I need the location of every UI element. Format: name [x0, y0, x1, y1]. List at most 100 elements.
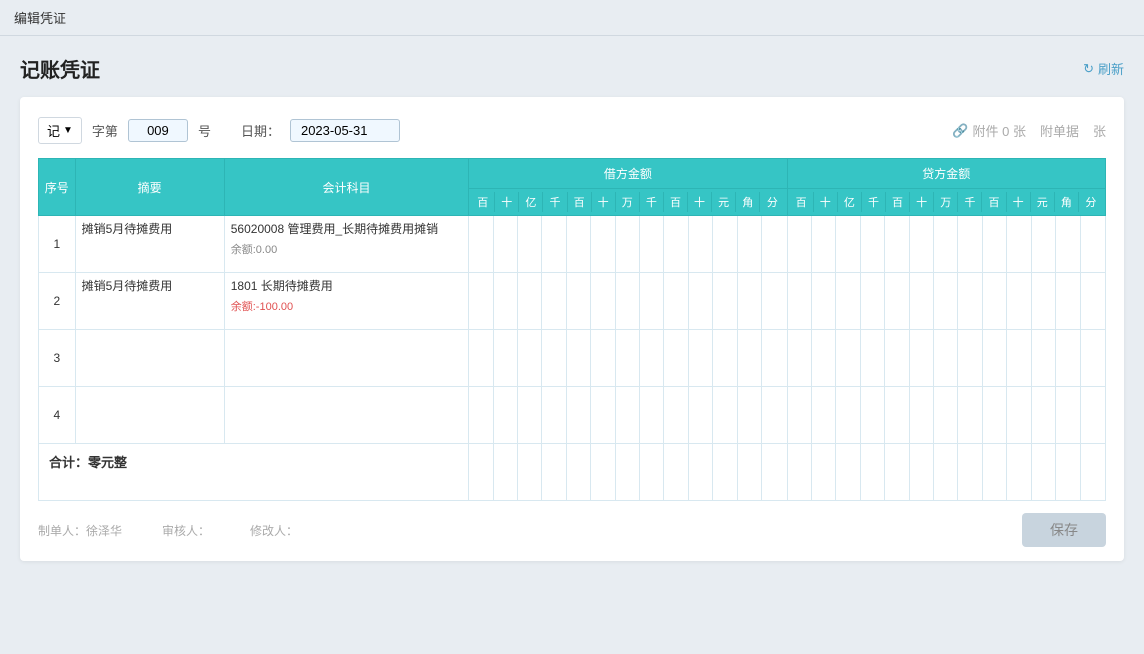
debit-digit-cell[interactable] [469, 387, 493, 443]
credit-digit-cell[interactable] [861, 330, 885, 386]
debit-digit-cell[interactable] [640, 330, 664, 386]
credit-digit-cell[interactable] [1081, 216, 1105, 272]
summary-cell[interactable] [75, 387, 224, 444]
credit-digit-cell[interactable] [1007, 273, 1031, 329]
debit-amount-cell[interactable] [469, 330, 787, 387]
account-cell[interactable]: 56020008 管理费用_长期待摊费用摊销余额:0.00 [224, 216, 468, 273]
debit-digit-cell[interactable] [518, 387, 542, 443]
credit-digit-cell[interactable] [1032, 273, 1056, 329]
debit-amount-cell[interactable] [469, 387, 787, 444]
debit-digit-cell[interactable] [542, 273, 566, 329]
credit-digit-cell[interactable] [788, 273, 812, 329]
debit-digit-cell[interactable] [518, 216, 542, 272]
credit-digit-cell[interactable] [958, 216, 982, 272]
credit-digit-cell[interactable] [1032, 216, 1056, 272]
debit-digit-cell[interactable] [689, 330, 713, 386]
attachment-link[interactable]: 🔗 附件 0 张 [952, 121, 1026, 140]
debit-digit-cell[interactable] [469, 216, 493, 272]
credit-digit-cell[interactable] [958, 330, 982, 386]
credit-digit-cell[interactable] [1032, 330, 1056, 386]
debit-digit-cell[interactable] [762, 216, 786, 272]
credit-digit-cell[interactable] [1056, 330, 1080, 386]
credit-digit-cell[interactable] [983, 330, 1007, 386]
credit-digit-cell[interactable] [983, 273, 1007, 329]
credit-digit-cell[interactable] [885, 216, 909, 272]
credit-digit-cell[interactable] [934, 216, 958, 272]
credit-digit-cell[interactable] [812, 387, 836, 443]
credit-digit-cell[interactable] [861, 216, 885, 272]
save-button[interactable]: 保存 [1022, 513, 1106, 547]
debit-digit-cell[interactable] [738, 330, 762, 386]
debit-digit-cell[interactable] [567, 387, 591, 443]
debit-amount-cell[interactable] [469, 273, 787, 330]
account-cell[interactable] [224, 387, 468, 444]
credit-digit-cell[interactable] [910, 387, 934, 443]
debit-digit-cell[interactable] [616, 273, 640, 329]
credit-digit-cell[interactable] [885, 273, 909, 329]
date-input[interactable] [290, 119, 400, 142]
debit-digit-cell[interactable] [469, 330, 493, 386]
debit-digit-cell[interactable] [591, 216, 615, 272]
debit-digit-cell[interactable] [689, 387, 713, 443]
credit-digit-cell[interactable] [788, 216, 812, 272]
fu-dan-ju-link[interactable]: 附单据 [1040, 121, 1079, 140]
credit-digit-cell[interactable] [836, 330, 860, 386]
debit-digit-cell[interactable] [738, 273, 762, 329]
debit-digit-cell[interactable] [640, 273, 664, 329]
credit-amount-cell[interactable] [787, 273, 1105, 330]
credit-digit-cell[interactable] [861, 387, 885, 443]
credit-digit-cell[interactable] [836, 216, 860, 272]
debit-digit-cell[interactable] [738, 387, 762, 443]
debit-digit-cell[interactable] [542, 216, 566, 272]
debit-digit-cell[interactable] [713, 387, 737, 443]
credit-digit-cell[interactable] [1056, 387, 1080, 443]
debit-digit-cell[interactable] [640, 387, 664, 443]
credit-digit-cell[interactable] [1081, 330, 1105, 386]
debit-digit-cell[interactable] [762, 273, 786, 329]
voucher-number-input[interactable] [128, 119, 188, 142]
debit-digit-cell[interactable] [542, 330, 566, 386]
credit-digit-cell[interactable] [1081, 387, 1105, 443]
credit-digit-cell[interactable] [1081, 273, 1105, 329]
credit-digit-cell[interactable] [910, 273, 934, 329]
debit-digit-cell[interactable] [494, 387, 518, 443]
debit-digit-cell[interactable] [469, 273, 493, 329]
debit-digit-cell[interactable] [567, 330, 591, 386]
credit-digit-cell[interactable] [1007, 216, 1031, 272]
credit-digit-cell[interactable] [1056, 273, 1080, 329]
debit-digit-cell[interactable] [664, 216, 688, 272]
summary-cell[interactable] [75, 330, 224, 387]
debit-digit-cell[interactable] [713, 216, 737, 272]
credit-digit-cell[interactable] [934, 330, 958, 386]
credit-digit-cell[interactable] [958, 273, 982, 329]
debit-digit-cell[interactable] [591, 273, 615, 329]
credit-digit-cell[interactable] [788, 387, 812, 443]
debit-digit-cell[interactable] [567, 273, 591, 329]
debit-digit-cell[interactable] [713, 273, 737, 329]
credit-digit-cell[interactable] [983, 387, 1007, 443]
credit-digit-cell[interactable] [1007, 387, 1031, 443]
voucher-type-button[interactable]: 记 ▼ [38, 117, 82, 144]
credit-digit-cell[interactable] [861, 273, 885, 329]
credit-digit-cell[interactable] [1032, 387, 1056, 443]
credit-digit-cell[interactable] [812, 216, 836, 272]
debit-digit-cell[interactable] [591, 330, 615, 386]
credit-digit-cell[interactable] [910, 330, 934, 386]
debit-digit-cell[interactable] [738, 216, 762, 272]
debit-digit-cell[interactable] [542, 387, 566, 443]
debit-digit-cell[interactable] [689, 273, 713, 329]
debit-digit-cell[interactable] [762, 387, 786, 443]
account-cell[interactable]: 1801 长期待摊费用余额:-100.00 [224, 273, 468, 330]
debit-digit-cell[interactable] [664, 330, 688, 386]
debit-digit-cell[interactable] [494, 216, 518, 272]
credit-digit-cell[interactable] [1056, 216, 1080, 272]
debit-digit-cell[interactable] [567, 216, 591, 272]
credit-digit-cell[interactable] [983, 216, 1007, 272]
credit-digit-cell[interactable] [788, 330, 812, 386]
debit-digit-cell[interactable] [762, 330, 786, 386]
account-cell[interactable] [224, 330, 468, 387]
credit-digit-cell[interactable] [885, 330, 909, 386]
debit-amount-cell[interactable] [469, 216, 787, 273]
debit-digit-cell[interactable] [591, 387, 615, 443]
credit-digit-cell[interactable] [812, 273, 836, 329]
